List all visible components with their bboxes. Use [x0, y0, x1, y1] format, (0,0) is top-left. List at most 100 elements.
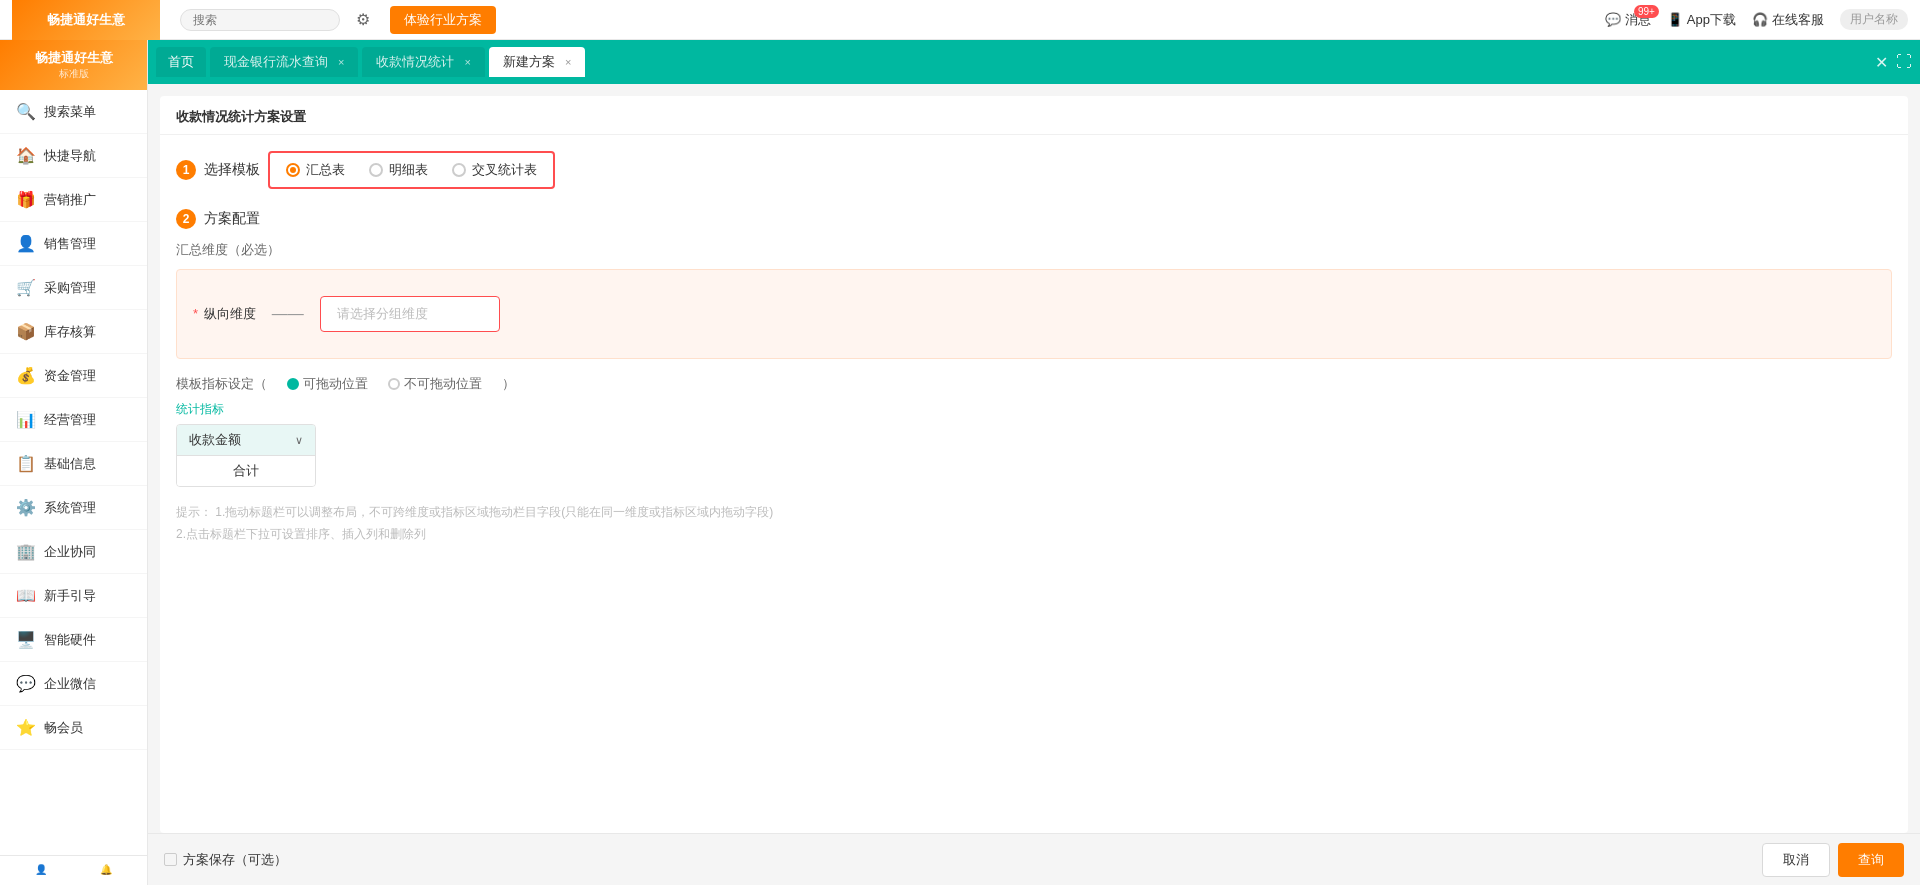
- sidebar-item-system[interactable]: ⚙️ 系统管理: [0, 486, 147, 530]
- query-button[interactable]: 查询: [1838, 843, 1904, 877]
- download-btn[interactable]: 📱 App下载: [1667, 11, 1736, 29]
- radio-detail-label: 明细表: [389, 161, 428, 179]
- metrics-section: 模板指标设定（ 可拖动位置 不可拖动位置 ）: [176, 375, 1892, 490]
- sidebar-bottom-item-2[interactable]: 🔔: [100, 864, 112, 877]
- step2-section: 2 方案配置 汇总维度（必选） * 纵向维度: [176, 209, 1892, 545]
- non-draggable-dot: [388, 378, 400, 390]
- sidebar-item-member[interactable]: ⭐ 畅会员: [0, 706, 147, 750]
- non-draggable-label: 不可拖动位置: [404, 375, 482, 393]
- step1-section: 1 选择模板 汇总表: [176, 151, 1892, 189]
- hardware-icon: 🖥️: [16, 630, 36, 649]
- tab-expand-icon[interactable]: ⛶: [1896, 53, 1912, 71]
- inventory-icon: 📦: [16, 322, 36, 341]
- metrics-col-header[interactable]: 收款金额 ∨: [177, 425, 315, 456]
- basic-info-icon: 📋: [16, 454, 36, 473]
- draggable-label: 可拖动位置: [303, 375, 368, 393]
- sidebar-item-label: 搜索菜单: [44, 103, 96, 121]
- support-btn[interactable]: 🎧 在线客服: [1752, 11, 1824, 29]
- right-side: 首页 现金银行流水查询 × 收款情况统计 × 新建方案 × ✕ ⛶ 收款情况统计…: [148, 40, 1920, 885]
- bottom-bar: 方案保存（可选） 取消 查询: [148, 833, 1920, 885]
- download-icon: 📱: [1667, 12, 1683, 27]
- step1-label: 选择模板: [204, 161, 260, 179]
- radio-cross[interactable]: 交叉统计表: [452, 161, 537, 179]
- radio-cross-circle: [452, 163, 466, 177]
- tip-1: 提示： 1.拖动标题栏可以调整布局，不可跨维度或指标区域拖动栏目字段(只能在同一…: [176, 502, 1892, 524]
- sidebar-item-finance[interactable]: 💰 资金管理: [0, 354, 147, 398]
- dimension-section: 汇总维度（必选） * 纵向维度 —— 请选择分组维度: [176, 241, 1892, 359]
- sidebar-item-enterprise[interactable]: 🏢 企业协同: [0, 530, 147, 574]
- support-icon: 🎧: [1752, 12, 1768, 27]
- tab-collection-stats[interactable]: 收款情况统计 ×: [362, 47, 484, 77]
- sidebar-item-quick-nav[interactable]: 🏠 快捷导航: [0, 134, 147, 178]
- save-option[interactable]: 方案保存（可选）: [164, 851, 287, 869]
- sidebar-item-purchase[interactable]: 🛒 采购管理: [0, 266, 147, 310]
- metrics-chevron-icon[interactable]: ∨: [295, 434, 303, 447]
- sidebar-item-label: 智能硬件: [44, 631, 96, 649]
- tab-new-plan-close[interactable]: ×: [565, 56, 571, 68]
- save-checkbox[interactable]: [164, 853, 177, 866]
- dimension-selector[interactable]: 请选择分组维度: [320, 296, 500, 332]
- finance-icon: 💰: [16, 366, 36, 385]
- search-input[interactable]: [180, 9, 340, 31]
- tab-bank-flow-close[interactable]: ×: [338, 56, 344, 68]
- content-area: 收款情况统计方案设置 1 选择模板 汇总表: [148, 84, 1920, 885]
- system-icon: ⚙️: [16, 498, 36, 517]
- sidebar-item-hardware[interactable]: 🖥️ 智能硬件: [0, 618, 147, 662]
- notification-btn[interactable]: 💬 消息 99+: [1605, 11, 1651, 29]
- sidebar-item-label: 库存核算: [44, 323, 96, 341]
- bottom-icon-1: 👤: [35, 864, 47, 875]
- sidebar-brand: 畅捷通好生意 标准版: [0, 40, 147, 90]
- sidebar-brand-name: 畅捷通好生意: [35, 49, 113, 67]
- tab-new-plan-label: 新建方案: [503, 53, 555, 71]
- tab-home[interactable]: 首页: [156, 47, 206, 77]
- sidebar-item-label: 销售管理: [44, 235, 96, 253]
- step2-num: 2: [176, 209, 196, 229]
- sidebar-brand-badge: 标准版: [59, 67, 89, 81]
- tab-home-label: 首页: [168, 53, 194, 71]
- step2-label: 方案配置: [204, 210, 260, 228]
- bottom-icon-2: 🔔: [100, 864, 112, 875]
- radio-summary-circle: [286, 163, 300, 177]
- sidebar-item-marketing[interactable]: 🎁 营销推广: [0, 178, 147, 222]
- gear-icon[interactable]: ⚙: [356, 10, 370, 29]
- tab-collection-stats-close[interactable]: ×: [464, 56, 470, 68]
- cancel-button[interactable]: 取消: [1762, 843, 1830, 877]
- main-container: 畅捷通好生意 标准版 🔍 搜索菜单 🏠 快捷导航 🎁 营销推广 👤 销售管理 🛒…: [0, 40, 1920, 885]
- sidebar-bottom: 👤 🔔: [0, 855, 147, 885]
- dimension-arrow: ——: [272, 305, 304, 323]
- trial-button[interactable]: 体验行业方案: [390, 6, 496, 34]
- sidebar-item-basic-info[interactable]: 📋 基础信息: [0, 442, 147, 486]
- draggable-dot: [287, 378, 299, 390]
- sidebar-item-search-menu[interactable]: 🔍 搜索菜单: [0, 90, 147, 134]
- header-left: 畅捷通好生意 ⚙ 体验行业方案: [12, 0, 496, 40]
- user-name: 用户名称: [1840, 9, 1908, 30]
- radio-summary-label: 汇总表: [306, 161, 345, 179]
- radio-cross-label: 交叉统计表: [472, 161, 537, 179]
- sidebar-item-label: 采购管理: [44, 279, 96, 297]
- sidebar-bottom-item-1[interactable]: 👤: [35, 864, 47, 877]
- dimension-title: 汇总维度（必选）: [176, 241, 1892, 259]
- operation-icon: 📊: [16, 410, 36, 429]
- radio-summary[interactable]: 汇总表: [286, 161, 345, 179]
- sidebar-item-label: 快捷导航: [44, 147, 96, 165]
- step1-num: 1: [176, 160, 196, 180]
- sidebar-item-operation[interactable]: 📊 经营管理: [0, 398, 147, 442]
- metrics-table: 收款金额 ∨ 合计: [176, 424, 316, 487]
- sidebar-item-guide[interactable]: 📖 新手引导: [0, 574, 147, 618]
- purchase-icon: 🛒: [16, 278, 36, 297]
- sidebar-item-label: 营销推广: [44, 191, 96, 209]
- search-menu-icon: 🔍: [16, 102, 36, 121]
- vertical-dimension-label: * 纵向维度: [193, 305, 256, 323]
- sidebar-item-sales[interactable]: 👤 销售管理: [0, 222, 147, 266]
- tips-area: 提示： 1.拖动标题栏可以调整布局，不可跨维度或指标区域拖动栏目字段(只能在同一…: [176, 502, 1892, 545]
- tab-bank-flow[interactable]: 现金银行流水查询 ×: [210, 47, 358, 77]
- tab-new-plan[interactable]: 新建方案 ×: [489, 47, 585, 77]
- radio-detail[interactable]: 明细表: [369, 161, 428, 179]
- sidebar-item-inventory[interactable]: 📦 库存核算: [0, 310, 147, 354]
- sidebar-item-wechat[interactable]: 💬 企业微信: [0, 662, 147, 706]
- download-label: App下载: [1687, 11, 1736, 29]
- card-body: 1 选择模板 汇总表: [160, 135, 1908, 833]
- tab-close-all-icon[interactable]: ✕: [1875, 53, 1888, 72]
- sidebar-item-label: 基础信息: [44, 455, 96, 473]
- template-options: 汇总表 明细表 交叉统计表: [268, 151, 555, 189]
